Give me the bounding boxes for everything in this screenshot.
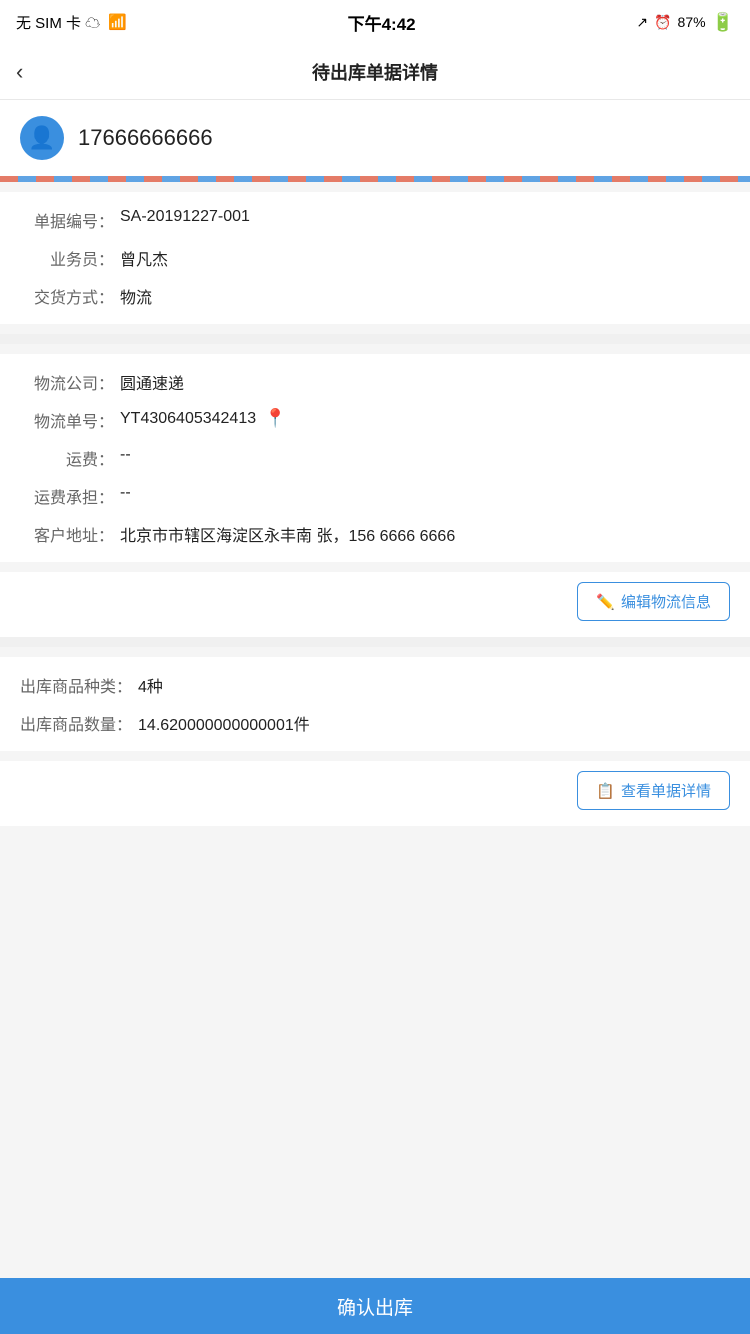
location-status-icon: ↗ <box>636 14 648 31</box>
salesperson-row: 业务员： 曾凡杰 <box>20 246 730 270</box>
delivery-method-value: 物流 <box>120 284 730 308</box>
status-bar: 无 SIM 卡 ☁ 📶 下午4:42 ↗ ⏰ 87% 🔋 <box>0 0 750 44</box>
logistics-company-label: 物流公司： <box>20 370 120 394</box>
confirm-bar[interactable]: 确认出库 <box>0 1278 750 1334</box>
status-time: 下午4:42 <box>348 10 416 35</box>
map-pin-icon[interactable]: 📍 <box>264 408 286 429</box>
bottom-spacer <box>0 826 750 1026</box>
product-quantity-value: 14.620000000000001件 <box>138 711 730 735</box>
nav-bar: ‹ 待出库单据详情 <box>0 44 750 100</box>
user-icon: 👤 <box>28 125 55 151</box>
edit-logistics-row: ✏️ 编辑物流信息 <box>0 572 750 637</box>
view-detail-label: 查看单据详情 <box>621 780 711 801</box>
thin-separator-2 <box>0 637 750 647</box>
tracking-no-text: YT4306405342413 <box>120 410 256 428</box>
freight-label: 运费： <box>20 446 120 470</box>
sim-status: 无 SIM 卡 ☁ <box>16 12 100 33</box>
customer-phone: 17666666666 <box>78 125 213 151</box>
avatar: 👤 <box>20 116 64 160</box>
salesperson-label: 业务员： <box>20 246 120 270</box>
address-label: 客户地址： <box>20 522 120 546</box>
salesperson-value: 曾凡杰 <box>120 246 730 270</box>
address-value: 北京市市辖区海淀区永丰南 张，156 6666 6666 <box>120 522 730 546</box>
document-no-row: 单据编号： SA-20191227-001 <box>20 208 730 232</box>
document-no-value: SA-20191227-001 <box>120 208 730 226</box>
freight-bearer-value: -- <box>120 484 730 502</box>
view-detail-row: 📋 查看单据详情 <box>0 761 750 826</box>
logistics-company-row: 物流公司： 圆通速递 <box>20 370 730 394</box>
tracking-no-row: 物流单号： YT4306405342413 📍 <box>20 408 730 432</box>
delivery-method-row: 交货方式： 物流 <box>20 284 730 308</box>
address-row: 客户地址： 北京市市辖区海淀区永丰南 张，156 6666 6666 <box>20 522 730 546</box>
outbound-info-section: 出库商品种类： 4种 出库商品数量： 14.620000000000001件 <box>0 657 750 751</box>
status-right: ↗ ⏰ 87% 🔋 <box>636 12 734 33</box>
freight-bearer-row: 运费承担： -- <box>20 484 730 508</box>
product-types-value: 4种 <box>138 673 730 697</box>
wifi-icon: 📶 <box>108 13 127 31</box>
alarm-icon: ⏰ <box>654 14 671 31</box>
product-quantity-label: 出库商品数量： <box>20 711 138 735</box>
status-left: 无 SIM 卡 ☁ 📶 <box>16 12 127 33</box>
edit-icon: ✏️ <box>596 593 615 611</box>
delivery-method-label: 交货方式： <box>20 284 120 308</box>
product-types-row: 出库商品种类： 4种 <box>20 673 730 697</box>
logistics-company-value: 圆通速递 <box>120 370 730 394</box>
edit-logistics-button[interactable]: ✏️ 编辑物流信息 <box>577 582 730 621</box>
page-title: 待出库单据详情 <box>312 59 438 85</box>
view-detail-button[interactable]: 📋 查看单据详情 <box>577 771 730 810</box>
tracking-no-value: YT4306405342413 📍 <box>120 408 730 429</box>
back-button[interactable]: ‹ <box>16 51 31 93</box>
product-quantity-row: 出库商品数量： 14.620000000000001件 <box>20 711 730 735</box>
freight-bearer-label: 运费承担： <box>20 484 120 508</box>
document-icon: 📋 <box>596 782 615 800</box>
logistics-section: 物流公司： 圆通速递 物流单号： YT4306405342413 📍 运费： -… <box>0 354 750 562</box>
customer-header: 👤 17666666666 <box>0 100 750 176</box>
battery-percent: 87% <box>678 14 706 30</box>
edit-logistics-label: 编辑物流信息 <box>621 591 711 612</box>
freight-row: 运费： -- <box>20 446 730 470</box>
document-no-label: 单据编号： <box>20 208 120 232</box>
dashed-divider <box>0 176 750 182</box>
freight-value: -- <box>120 446 730 464</box>
thin-separator-1 <box>0 334 750 344</box>
confirm-label: 确认出库 <box>337 1293 413 1320</box>
tracking-no-label: 物流单号： <box>20 408 120 432</box>
basic-info-section: 单据编号： SA-20191227-001 业务员： 曾凡杰 交货方式： 物流 <box>0 192 750 324</box>
product-types-label: 出库商品种类： <box>20 673 138 697</box>
battery-icon: 🔋 <box>712 12 734 33</box>
